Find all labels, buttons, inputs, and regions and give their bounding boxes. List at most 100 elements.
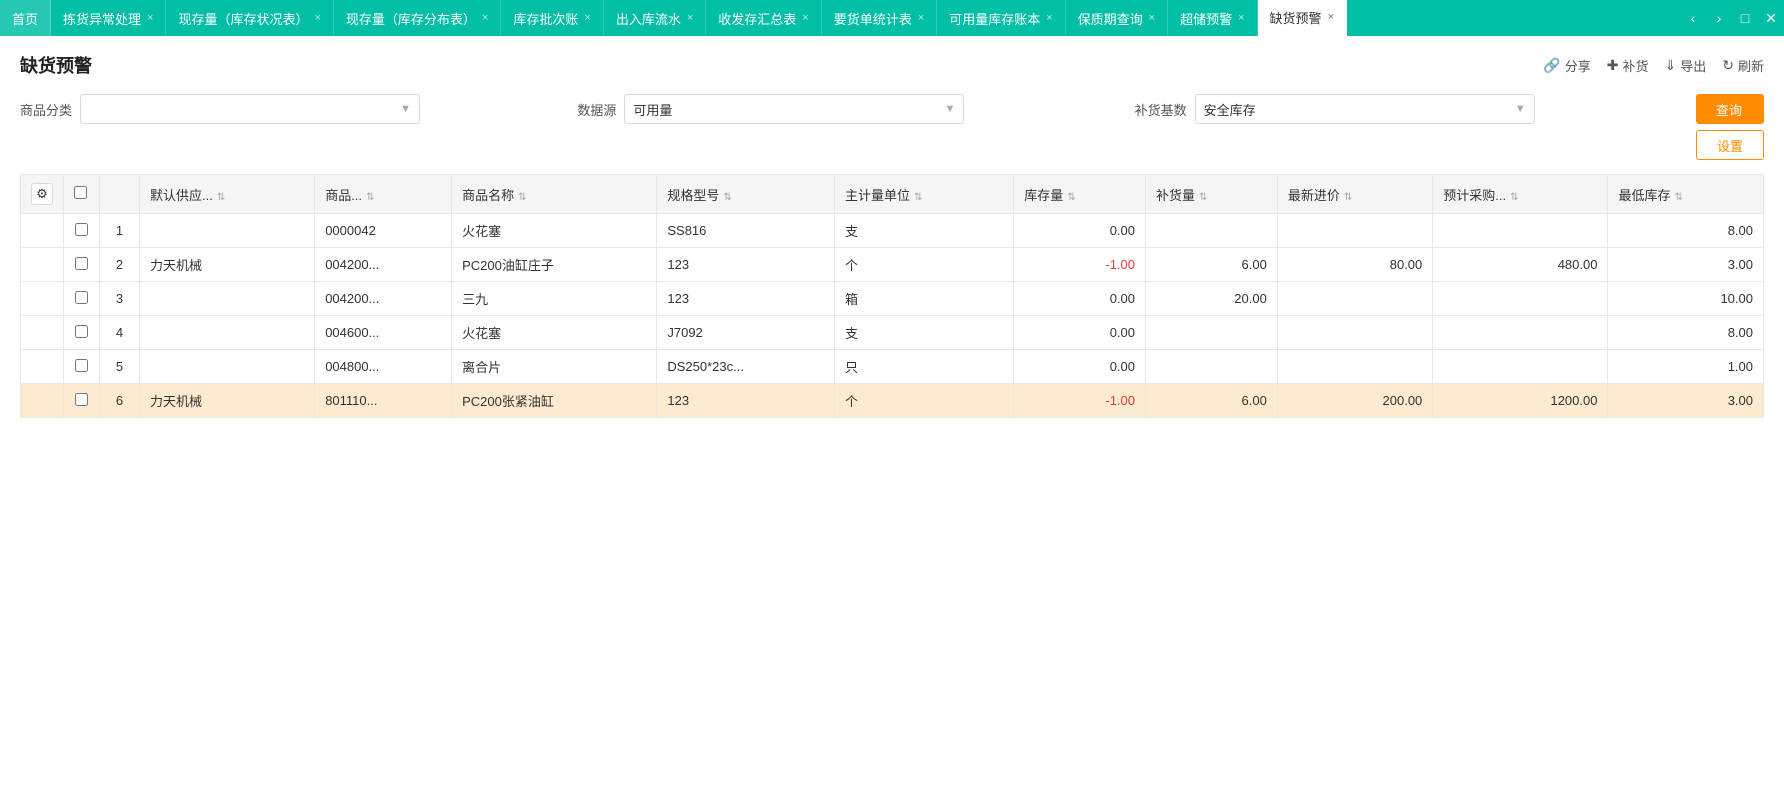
- datasource-chevron-icon: ▼: [944, 103, 955, 115]
- tab-shortage-close[interactable]: ×: [1328, 11, 1334, 23]
- tab-stock-batch-close[interactable]: ×: [584, 12, 590, 24]
- replenish-icon: ✚: [1607, 57, 1619, 74]
- th-est-purchase[interactable]: 预计采购...⇅: [1433, 175, 1608, 214]
- row-checkbox-3[interactable]: [75, 325, 88, 338]
- th-unit[interactable]: 主计量单位⇅: [835, 175, 1014, 214]
- tab-bar: 首页 拣货异常处理 × 现存量（库存状况表） × 现存量（库存分布表） × 库存…: [0, 0, 1784, 36]
- replenish-base-label: 补货基数: [1135, 100, 1187, 119]
- th-product-code[interactable]: 商品...⇅: [315, 175, 452, 214]
- replenish-btn[interactable]: ✚ 补货: [1607, 56, 1649, 75]
- td-spec-4: DS250*23c...: [657, 350, 835, 384]
- th-product-name[interactable]: 商品名称⇅: [452, 175, 657, 214]
- row-checkbox-0[interactable]: [75, 223, 88, 236]
- category-chevron-icon: ▼: [400, 103, 411, 115]
- datasource-select[interactable]: 可用量 ▼: [624, 94, 964, 124]
- share-btn[interactable]: 🔗 分享: [1543, 56, 1590, 75]
- tab-receive-summary[interactable]: 收发存汇总表 ×: [706, 0, 821, 36]
- tab-avail-ledger-label: 可用量库存账本: [949, 9, 1040, 28]
- th-stock[interactable]: 库存量⇅: [1014, 175, 1146, 214]
- tab-order-stat[interactable]: 要货单统计表 ×: [822, 0, 937, 36]
- tab-overstock[interactable]: 超储预警 ×: [1168, 0, 1257, 36]
- td-product-code-5: 801110...: [315, 384, 452, 418]
- td-unit-3: 支: [835, 316, 1014, 350]
- tab-close-btn[interactable]: ✕: [1758, 0, 1784, 36]
- th-min-stock[interactable]: 最低库存⇅: [1608, 175, 1764, 214]
- td-est-purchase-1: 480.00: [1433, 248, 1608, 282]
- td-spec-2: 123: [657, 282, 835, 316]
- td-latest-price-2: [1277, 282, 1432, 316]
- page-container: 缺货预警 🔗 分享 ✚ 补货 ⇓ 导出 ↻ 刷新 商品分类: [0, 36, 1784, 796]
- th-stock-label: 库存量⇅: [1024, 188, 1075, 203]
- datasource-value: 可用量: [633, 100, 672, 119]
- td-est-purchase-2: [1433, 282, 1608, 316]
- td-stock-5: -1.00: [1014, 384, 1146, 418]
- tab-stock-status-label: 现存量（库存状况表）: [178, 9, 308, 28]
- tab-receive-summary-close[interactable]: ×: [802, 12, 808, 24]
- td-product-code-2: 004200...: [315, 282, 452, 316]
- category-select[interactable]: ▼: [80, 94, 420, 124]
- th-replenish-qty[interactable]: 补货量⇅: [1146, 175, 1278, 214]
- tab-restore-btn[interactable]: □: [1732, 0, 1758, 36]
- datasource-label: 数据源: [577, 100, 616, 119]
- tab-expiry-close[interactable]: ×: [1149, 12, 1155, 24]
- tab-home[interactable]: 首页: [0, 0, 51, 36]
- td-supplier-2: [140, 282, 315, 316]
- td-product-name-2: 三九: [452, 282, 657, 316]
- tab-stock-batch[interactable]: 库存批次账 ×: [501, 0, 603, 36]
- tab-order-stat-close[interactable]: ×: [918, 12, 924, 24]
- tab-expiry-label: 保质期查询: [1078, 9, 1143, 28]
- td-check-5[interactable]: [64, 384, 100, 418]
- tab-exception-close[interactable]: ×: [147, 12, 153, 24]
- settings-button[interactable]: 设置: [1696, 130, 1764, 160]
- tab-stock-dist-close[interactable]: ×: [482, 12, 488, 24]
- td-spec-5: 123: [657, 384, 835, 418]
- td-replenish-qty-4: [1146, 350, 1278, 384]
- table-body: 1 0000042 火花塞 SS816 支 0.00 8.00 2 力天机械 0…: [21, 214, 1764, 418]
- tab-stock-status-close[interactable]: ×: [314, 12, 320, 24]
- select-all-checkbox[interactable]: [74, 186, 87, 199]
- table-row: 1 0000042 火花塞 SS816 支 0.00 8.00: [21, 214, 1764, 248]
- td-check-0[interactable]: [64, 214, 100, 248]
- td-seq-2: 3: [100, 282, 140, 316]
- tab-overstock-close[interactable]: ×: [1238, 12, 1244, 24]
- replenish-base-select[interactable]: 安全库存 ▼: [1195, 94, 1535, 124]
- tab-inout-flow-close[interactable]: ×: [687, 12, 693, 24]
- th-supplier[interactable]: 默认供应...⇅: [140, 175, 315, 214]
- header-actions: 🔗 分享 ✚ 补货 ⇓ 导出 ↻ 刷新: [1543, 56, 1764, 75]
- td-est-purchase-3: [1433, 316, 1608, 350]
- td-stock-1: -1.00: [1014, 248, 1146, 282]
- tab-expiry[interactable]: 保质期查询 ×: [1066, 0, 1168, 36]
- td-check-4[interactable]: [64, 350, 100, 384]
- tab-avail-ledger[interactable]: 可用量库存账本 ×: [937, 0, 1065, 36]
- row-checkbox-1[interactable]: [75, 257, 88, 270]
- th-settings[interactable]: ⚙: [21, 175, 64, 214]
- tab-exception[interactable]: 拣货异常处理 ×: [51, 0, 166, 36]
- query-button[interactable]: 查询: [1696, 94, 1764, 124]
- th-checkbox[interactable]: [64, 175, 100, 214]
- row-checkbox-2[interactable]: [75, 291, 88, 304]
- td-min-stock-4: 1.00: [1608, 350, 1764, 384]
- tab-avail-ledger-close[interactable]: ×: [1046, 12, 1052, 24]
- tab-shortage[interactable]: 缺货预警 ×: [1258, 0, 1347, 36]
- td-check-3[interactable]: [64, 316, 100, 350]
- th-latest-price[interactable]: 最新进价⇅: [1277, 175, 1432, 214]
- td-check-1[interactable]: [64, 248, 100, 282]
- th-spec[interactable]: 规格型号⇅: [657, 175, 835, 214]
- td-min-stock-3: 8.00: [1608, 316, 1764, 350]
- th-unit-label: 主计量单位⇅: [845, 188, 922, 203]
- tab-prev-btn[interactable]: ‹: [1680, 0, 1706, 36]
- tab-next-btn[interactable]: ›: [1706, 0, 1732, 36]
- td-check-2[interactable]: [64, 282, 100, 316]
- export-btn[interactable]: ⇓ 导出: [1665, 56, 1707, 75]
- row-checkbox-4[interactable]: [75, 359, 88, 372]
- tab-stock-dist[interactable]: 现存量（库存分布表） ×: [334, 0, 501, 36]
- tab-inout-flow[interactable]: 出入库流水 ×: [604, 0, 706, 36]
- export-icon: ⇓: [1665, 57, 1677, 74]
- refresh-btn[interactable]: ↻ 刷新: [1722, 56, 1764, 75]
- td-product-name-4: 离合片: [452, 350, 657, 384]
- tab-stock-status[interactable]: 现存量（库存状况表） ×: [166, 0, 333, 36]
- row-checkbox-5[interactable]: [75, 393, 88, 406]
- tab-home-label: 首页: [12, 9, 38, 28]
- td-product-name-1: PC200油缸庄子: [452, 248, 657, 282]
- table-gear-icon[interactable]: ⚙: [31, 183, 53, 205]
